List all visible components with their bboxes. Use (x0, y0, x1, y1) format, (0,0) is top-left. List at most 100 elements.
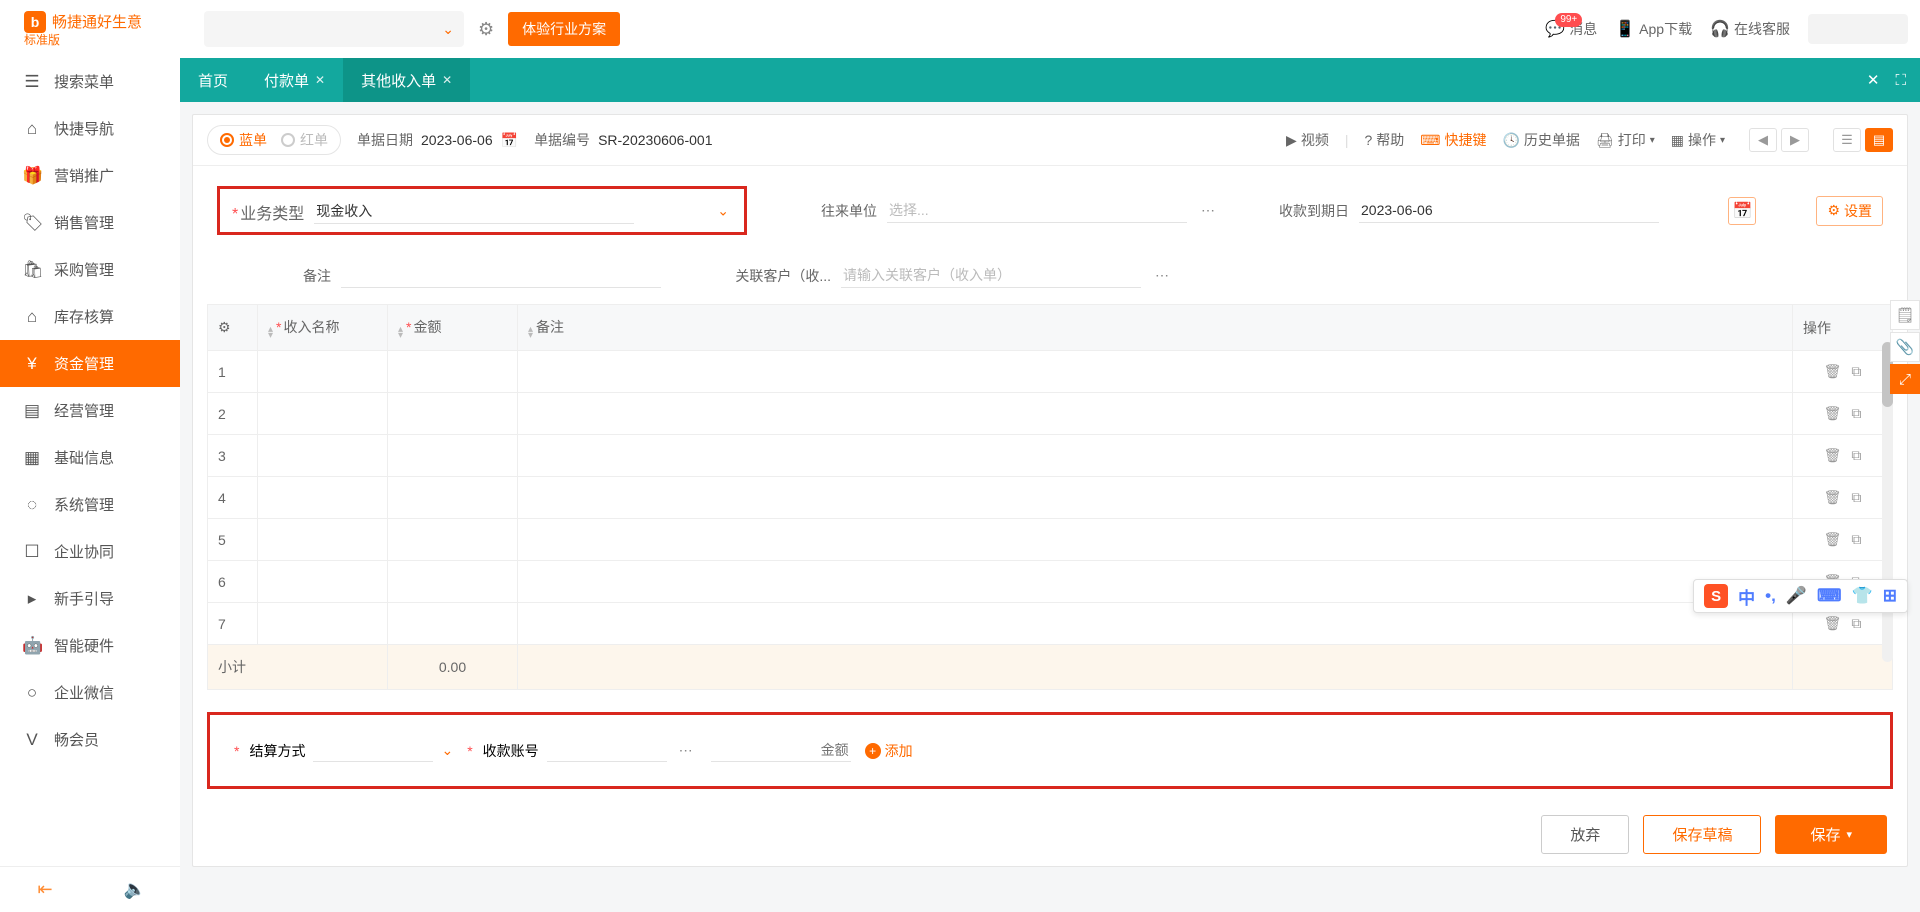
amount-header[interactable]: ▴▾*金额 (388, 305, 518, 351)
business-type-input[interactable] (314, 199, 634, 224)
video-link[interactable]: ▶视频 (1286, 130, 1329, 150)
amount-cell[interactable] (388, 561, 518, 603)
chevron-down-icon[interactable]: ⌄ (441, 742, 453, 759)
save-draft-button[interactable]: 保存草稿 (1643, 815, 1761, 854)
ime-punct-button[interactable]: •, (1765, 586, 1776, 606)
table-row[interactable]: 6🗑⧉ (208, 561, 1893, 603)
amount-cell[interactable] (388, 351, 518, 393)
sidebar-sound-button[interactable]: 🔈 (90, 867, 180, 912)
income-name-cell[interactable] (258, 435, 388, 477)
discard-button[interactable]: 放弃 (1541, 815, 1629, 854)
table-row[interactable]: 3🗑⧉ (208, 435, 1893, 477)
sidebar-item[interactable]: 🛍采购管理 (0, 246, 180, 293)
red-doc-radio[interactable]: 红单 (281, 130, 328, 150)
delete-row-icon[interactable]: 🗑 (1824, 405, 1842, 422)
amount-cell[interactable] (388, 519, 518, 561)
table-config-header[interactable]: ⚙ (208, 305, 258, 351)
tab[interactable]: 首页 (180, 58, 246, 102)
tab[interactable]: 付款单✕ (246, 58, 343, 102)
rail-note-button[interactable]: 🗒 (1890, 300, 1920, 330)
amount-cell[interactable] (388, 393, 518, 435)
income-name-cell[interactable] (258, 561, 388, 603)
sidebar-item[interactable]: ▤经营管理 (0, 387, 180, 434)
sidebar-item[interactable]: ○企业微信 (0, 669, 180, 716)
sidebar-item[interactable]: ☐企业协同 (0, 528, 180, 575)
amount-cell[interactable] (388, 603, 518, 645)
copy-row-icon[interactable]: ⧉ (1851, 405, 1861, 422)
sidebar-item[interactable]: ◌系统管理 (0, 481, 180, 528)
income-name-cell[interactable] (258, 603, 388, 645)
partner-more-button[interactable]: ⋯ (1197, 202, 1219, 219)
remark-input[interactable] (341, 263, 661, 288)
shortcut-link[interactable]: ⌨快捷键 (1420, 130, 1486, 150)
next-doc-button[interactable]: ▶ (1781, 128, 1809, 152)
sidebar-item[interactable]: ▦基础信息 (0, 434, 180, 481)
rail-expand-button[interactable]: ⤢ (1890, 364, 1920, 394)
delete-row-icon[interactable]: 🗑 (1824, 615, 1842, 632)
table-row[interactable]: 7🗑⧉ (208, 603, 1893, 645)
sidebar-item[interactable]: ☰搜索菜单 (0, 58, 180, 105)
list-view-button[interactable]: ☰ (1833, 128, 1861, 152)
online-service-button[interactable]: 🎧 在线客服 (1710, 19, 1790, 39)
chevron-down-icon[interactable]: ⌄ (717, 202, 729, 219)
table-row[interactable]: 5🗑⧉ (208, 519, 1893, 561)
income-name-cell[interactable] (258, 393, 388, 435)
sidebar-item[interactable]: ¥资金管理 (0, 340, 180, 387)
income-name-cell[interactable] (258, 477, 388, 519)
ime-toolbar[interactable]: S 中 •, 🎤 ⌨ 👕 ⊞ (1693, 579, 1908, 613)
relate-more-button[interactable]: ⋯ (1151, 267, 1173, 284)
delete-row-icon[interactable]: 🗑 (1824, 489, 1842, 506)
ime-keyboard-button[interactable]: ⌨ (1817, 586, 1842, 606)
income-name-cell[interactable] (258, 351, 388, 393)
rail-attach-button[interactable]: 📎 (1890, 332, 1920, 362)
settlement-amount-input[interactable] (711, 739, 851, 762)
ime-lang-button[interactable]: 中 (1738, 584, 1755, 609)
close-icon[interactable]: ✕ (315, 73, 325, 87)
table-row[interactable]: 2🗑⧉ (208, 393, 1893, 435)
income-name-cell[interactable] (258, 519, 388, 561)
sidebar-item[interactable]: ▸新手引导 (0, 575, 180, 622)
copy-row-icon[interactable]: ⧉ (1851, 615, 1861, 632)
save-button[interactable]: 保存▾ (1775, 815, 1887, 854)
amount-cell[interactable] (388, 435, 518, 477)
remark-cell[interactable] (518, 561, 1793, 603)
ime-toolbox-button[interactable]: ⊞ (1883, 586, 1897, 606)
sidebar-item[interactable]: ⌂快捷导航 (0, 105, 180, 152)
remark-cell[interactable] (518, 477, 1793, 519)
help-link[interactable]: ?帮助 (1364, 130, 1404, 150)
messages-button[interactable]: 💬 消息 99+ (1545, 19, 1597, 39)
settings-icon[interactable]: ⚙ (478, 19, 494, 40)
sidebar-collapse-button[interactable]: ⇤ (0, 867, 90, 912)
copy-row-icon[interactable]: ⧉ (1851, 363, 1861, 380)
remark-cell[interactable] (518, 393, 1793, 435)
history-link[interactable]: 🕓历史单据 (1502, 130, 1579, 150)
tab[interactable]: 其他收入单✕ (343, 58, 470, 102)
sidebar-item[interactable]: 🎁营销推广 (0, 152, 180, 199)
tab-close-all-button[interactable]: ✕ (1863, 67, 1884, 93)
receive-account-input[interactable] (547, 739, 667, 762)
tab-fullscreen-button[interactable]: ⛶ (1891, 68, 1910, 93)
sidebar-item[interactable]: 🏷销售管理 (0, 199, 180, 246)
due-date-picker-button[interactable]: 📅 (1728, 197, 1756, 225)
operate-link[interactable]: ▦操作▾ (1671, 130, 1725, 150)
delete-row-icon[interactable]: 🗑 (1824, 531, 1842, 548)
delete-row-icon[interactable]: 🗑 (1824, 447, 1842, 464)
remark-header[interactable]: ▴▾备注 (518, 305, 1793, 351)
table-row[interactable]: 4🗑⧉ (208, 477, 1893, 519)
table-row[interactable]: 1🗑⧉ (208, 351, 1893, 393)
amount-cell[interactable] (388, 477, 518, 519)
sidebar-item[interactable]: V畅会员 (0, 716, 180, 763)
remark-cell[interactable] (518, 351, 1793, 393)
remark-cell[interactable] (518, 435, 1793, 477)
print-link[interactable]: 🖨打印▾ (1596, 130, 1655, 150)
relate-customer-input[interactable] (841, 263, 1141, 288)
app-download-button[interactable]: 📱 App下载 (1615, 19, 1692, 39)
form-settings-button[interactable]: ⚙设置 (1816, 196, 1883, 226)
detail-view-button[interactable]: ▤ (1865, 128, 1893, 152)
sidebar-item[interactable]: 🤖智能硬件 (0, 622, 180, 669)
copy-row-icon[interactable]: ⧉ (1851, 447, 1861, 464)
remark-cell[interactable] (518, 519, 1793, 561)
income-name-header[interactable]: ▴▾*收入名称 (258, 305, 388, 351)
ime-skin-button[interactable]: 👕 (1852, 586, 1873, 606)
user-avatar[interactable] (1808, 14, 1908, 44)
